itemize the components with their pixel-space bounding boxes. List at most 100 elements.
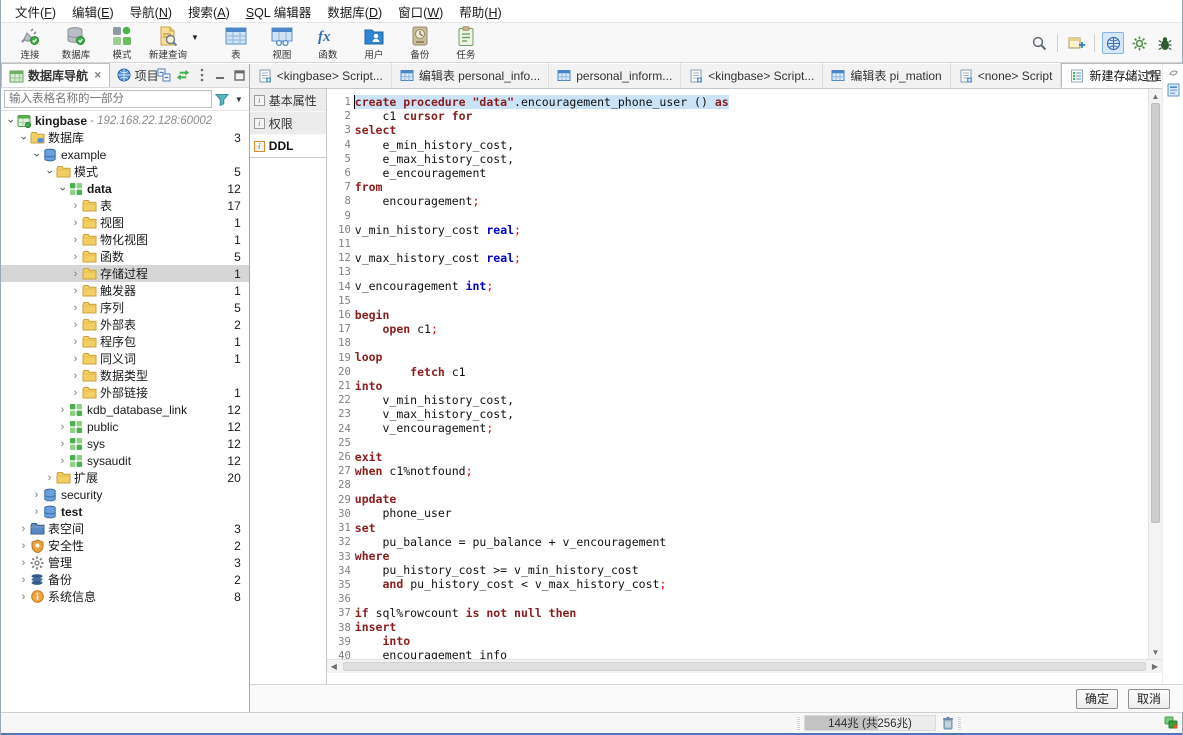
garbage-collect-icon[interactable]: [942, 716, 954, 730]
menu-item-2[interactable]: 编辑(E): [64, 0, 122, 23]
editor-tab-4[interactable]: <kingbase> Script...: [681, 63, 824, 88]
tree-item-扩展[interactable]: › 扩展 20: [1, 469, 249, 486]
tree-item-触发器[interactable]: › 触发器 1: [1, 282, 249, 299]
expanded-arrow-icon[interactable]: ›: [31, 149, 43, 160]
collapsed-arrow-icon[interactable]: ›: [44, 472, 55, 484]
tree-item-管理[interactable]: › 管理 3: [1, 554, 249, 571]
collapsed-arrow-icon[interactable]: ›: [31, 506, 42, 518]
toolbar-button-plug[interactable]: 连接: [7, 24, 53, 62]
expanded-arrow-icon[interactable]: ›: [5, 115, 17, 126]
tree-item-函数[interactable]: › 函数 5: [1, 248, 249, 265]
tree-item-数据类型[interactable]: › 数据类型: [1, 367, 249, 384]
tree-item-kingbase[interactable]: › kingbase - 192.168.22.128:60002: [1, 112, 249, 129]
table-filter-input[interactable]: [4, 90, 212, 108]
scroll-left-icon[interactable]: ◀: [327, 662, 341, 671]
tree-item-sys[interactable]: › sys 12: [1, 435, 249, 452]
tree-item-备份[interactable]: › 备份 2: [1, 571, 249, 588]
tree-item-同义词[interactable]: › 同义词 1: [1, 350, 249, 367]
sql-code-editor[interactable]: create procedure "data".encouragement_ph…: [351, 89, 1148, 659]
toolbar-button-dbstack[interactable]: 数据库: [53, 24, 99, 62]
vertical-scroll-thumb[interactable]: [1151, 103, 1160, 523]
vertical-scrollbar[interactable]: ▲ ▼: [1148, 89, 1162, 659]
menu-item-3[interactable]: 导航(N): [122, 0, 180, 23]
tree-item-sysaudit[interactable]: › sysaudit 12: [1, 452, 249, 469]
tree-item-example[interactable]: › example: [1, 146, 249, 163]
toolbar-button-function[interactable]: fx 函数: [305, 24, 351, 62]
menu-item-1[interactable]: 文件(F): [7, 0, 64, 23]
menu-item-4[interactable]: 搜索(A): [180, 0, 238, 23]
collapsed-arrow-icon[interactable]: ›: [70, 319, 81, 331]
expanded-arrow-icon[interactable]: ›: [18, 132, 30, 143]
editor-tab-1[interactable]: <kingbase> Script...: [250, 63, 392, 88]
close-tab-icon[interactable]: ✕: [94, 70, 102, 81]
tree-item-表[interactable]: › 表 17: [1, 197, 249, 214]
tree-item-security[interactable]: › security: [1, 486, 249, 503]
wizard-tab-DDL[interactable]: i DDL: [249, 135, 326, 158]
perspective-gear-button[interactable]: [1128, 32, 1150, 54]
tree-item-外部链接[interactable]: › 外部链接 1: [1, 384, 249, 401]
toolbar-button-newquery[interactable]: 新建查询: [145, 24, 191, 62]
filter-dropdown-icon[interactable]: ▼: [232, 92, 246, 106]
minimize-icon[interactable]: [214, 68, 228, 82]
tree-item-存储过程[interactable]: › 存储过程 1: [1, 265, 249, 282]
collapsed-arrow-icon[interactable]: ›: [18, 591, 29, 603]
collapsed-arrow-icon[interactable]: ›: [18, 557, 29, 569]
horizontal-scrollbar[interactable]: ◀ ▶: [326, 659, 1162, 673]
collapsed-arrow-icon[interactable]: ›: [57, 438, 68, 450]
menu-item-5[interactable]: SQL 编辑器: [238, 0, 320, 23]
collapse-all-icon[interactable]: [157, 68, 171, 82]
menu-item-6[interactable]: 数据库(D): [319, 0, 390, 23]
tree-item-物化视图[interactable]: › 物化视图 1: [1, 231, 249, 248]
toolbar-button-user[interactable]: 用户: [351, 24, 397, 62]
editor-tab-3[interactable]: personal_inform...: [549, 63, 682, 88]
open-perspective-button[interactable]: [1065, 32, 1087, 54]
maximize-icon[interactable]: [233, 68, 247, 82]
horizontal-scroll-thumb[interactable]: [342, 662, 1146, 671]
outline-view-icon[interactable]: [1167, 83, 1180, 97]
link-editor-icon[interactable]: [176, 68, 190, 82]
expanded-arrow-icon[interactable]: ›: [44, 166, 56, 177]
collapsed-arrow-icon[interactable]: ›: [70, 217, 81, 229]
perspective-db-button[interactable]: [1102, 32, 1124, 54]
toolbar-button-view-big[interactable]: 视图: [259, 24, 305, 62]
tree-item-数据库[interactable]: › 数据库 3: [1, 129, 249, 146]
collapsed-arrow-icon[interactable]: ›: [70, 285, 81, 297]
editor-tab-2[interactable]: 编辑表 personal_info...: [392, 63, 550, 88]
tree-item-外部表[interactable]: › 外部表 2: [1, 316, 249, 333]
wizard-tab-权限[interactable]: i 权限: [249, 112, 326, 135]
green-status-icon[interactable]: [1164, 716, 1178, 729]
collapsed-arrow-icon[interactable]: ›: [57, 455, 68, 467]
scroll-down-icon[interactable]: ▼: [1149, 645, 1162, 659]
perspective-bug-button[interactable]: [1154, 32, 1176, 54]
collapsed-arrow-icon[interactable]: ›: [70, 353, 81, 365]
tree-item-test[interactable]: › test: [1, 503, 249, 520]
collapsed-arrow-icon[interactable]: ›: [70, 302, 81, 314]
cancel-button[interactable]: 取消: [1127, 688, 1170, 709]
editor-tab-6[interactable]: <none> Script: [951, 63, 1062, 88]
tree-item-系统信息[interactable]: › 系统信息 8: [1, 588, 249, 605]
collapsed-arrow-icon[interactable]: ›: [31, 489, 42, 501]
collapsed-arrow-icon[interactable]: ›: [18, 523, 29, 535]
collapsed-arrow-icon[interactable]: ›: [18, 540, 29, 552]
tree-item-public[interactable]: › public 12: [1, 418, 249, 435]
collapsed-arrow-icon[interactable]: ›: [70, 234, 81, 246]
collapsed-arrow-icon[interactable]: ›: [70, 251, 81, 263]
toolbar-button-schema-big[interactable]: 模式: [99, 24, 145, 62]
collapsed-arrow-icon[interactable]: ›: [57, 404, 68, 416]
expanded-arrow-icon[interactable]: ›: [57, 183, 69, 194]
scroll-up-icon[interactable]: ▲: [1149, 89, 1162, 103]
tree-item-表空间[interactable]: › 表空间 3: [1, 520, 249, 537]
toolbar-button-task[interactable]: 任务: [443, 24, 489, 62]
tree-item-data[interactable]: › data 12: [1, 180, 249, 197]
tree-item-kdb_database_link[interactable]: › kdb_database_link 12: [1, 401, 249, 418]
view-menu-icon[interactable]: [195, 68, 209, 82]
collapsed-arrow-icon[interactable]: ›: [70, 268, 81, 280]
tree-item-安全性[interactable]: › 安全性 2: [1, 537, 249, 554]
maximize-editor-icon[interactable]: [1144, 69, 1158, 83]
collapsed-arrow-icon[interactable]: ›: [70, 200, 81, 212]
toolbar-button-table-big[interactable]: 表: [213, 24, 259, 62]
view-tab-database-navigator[interactable]: 数据库导航 ✕: [1, 63, 110, 87]
filter-funnel-icon[interactable]: [214, 92, 229, 106]
editor-tab-5[interactable]: 编辑表 pi_mation: [823, 63, 951, 88]
collapsed-arrow-icon[interactable]: ›: [18, 574, 29, 586]
